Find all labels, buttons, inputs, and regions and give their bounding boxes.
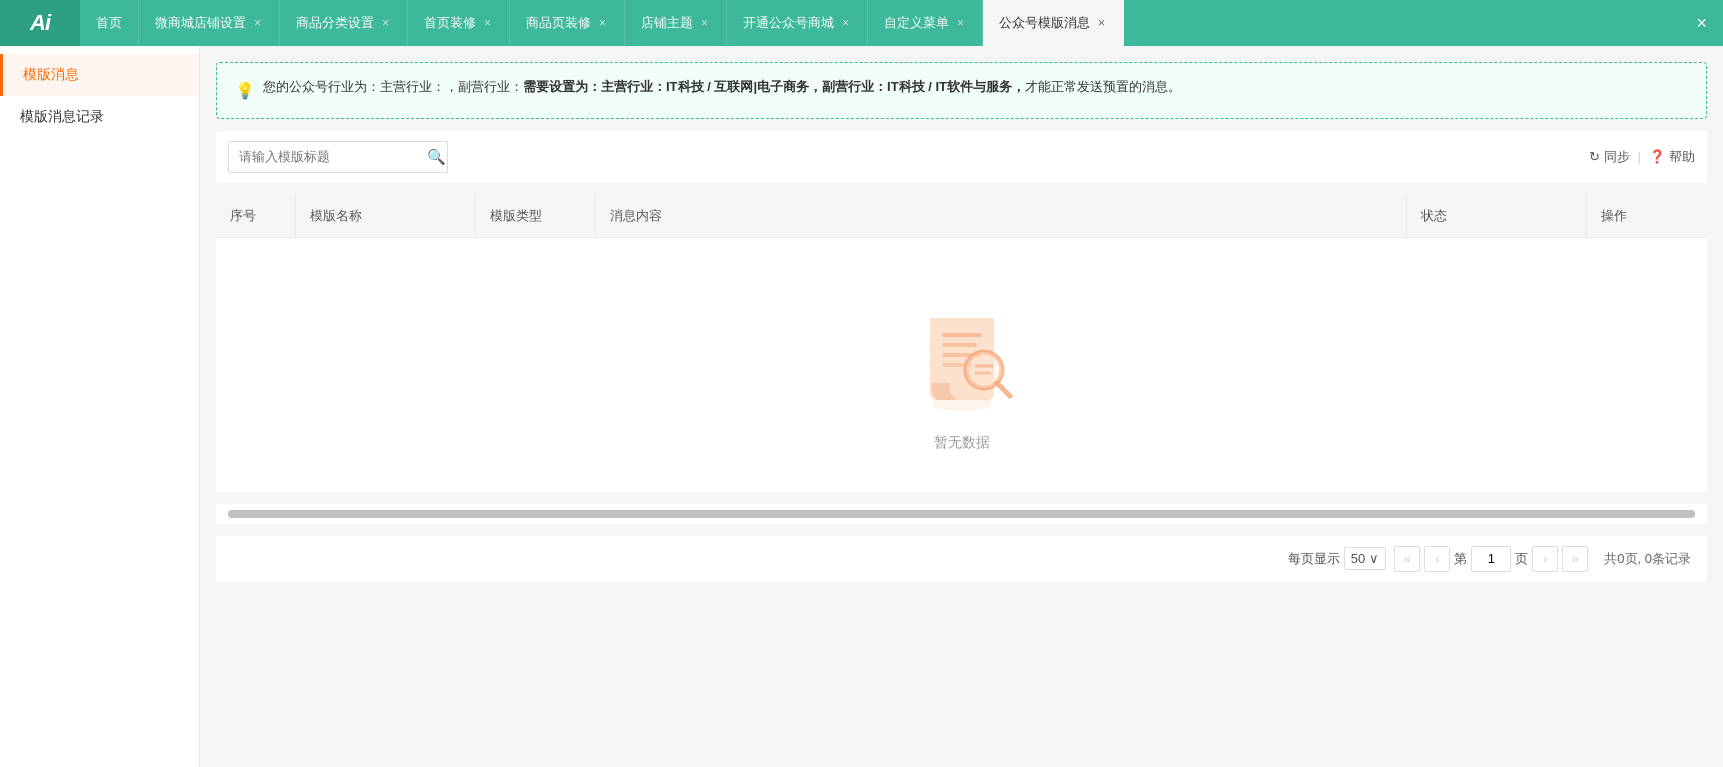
help-icon: ❓ [1649, 149, 1665, 164]
table-header-模版类型: 模版类型 [476, 195, 596, 237]
page-size-selector: 每页显示 50 ∨ [1288, 547, 1386, 570]
page-number-input[interactable] [1471, 546, 1511, 572]
nav-tabs: 首页微商城店铺设置×商品分类设置×首页装修×商品页装修×店铺主题×开通公众号商城… [80, 0, 1680, 46]
svg-rect-2 [942, 343, 977, 347]
table-header-状态: 状态 [1407, 195, 1587, 237]
nav-tab-label: 开通公众号商城 [743, 14, 834, 32]
nav-tab-label: 首页装修 [424, 14, 476, 32]
nav-tab-商品页装修[interactable]: 商品页装修 × [510, 0, 625, 46]
nav-tab-close-icon[interactable]: × [955, 16, 966, 30]
nav-tab-自定义菜单[interactable]: 自定义菜单 × [868, 0, 983, 46]
sync-label: 同步 [1604, 148, 1630, 166]
table-header-序号: 序号 [216, 195, 296, 237]
sidebar: 模版消息模版消息记录 [0, 46, 200, 767]
table-header-操作: 操作 [1587, 195, 1707, 237]
sync-button[interactable]: ↻ 同步 [1589, 148, 1630, 166]
nav-tab-close-icon[interactable]: × [699, 16, 710, 30]
page-size-value: 50 [1351, 551, 1365, 566]
total-info: 共0页, 0条记录 [1604, 550, 1691, 568]
nav-tab-close-icon[interactable]: × [482, 16, 493, 30]
nav-tab-close-icon[interactable]: × [380, 16, 391, 30]
top-nav: Ai 首页微商城店铺设置×商品分类设置×首页装修×商品页装修×店铺主题×开通公众… [0, 0, 1723, 46]
data-table: 序号模版名称模版类型消息内容状态操作 [216, 195, 1707, 492]
search-input[interactable] [229, 143, 417, 170]
search-button[interactable]: 🔍 [417, 142, 448, 172]
nav-tab-close-icon[interactable]: × [597, 16, 608, 30]
svg-rect-1 [942, 333, 982, 337]
table-header-消息内容: 消息内容 [596, 195, 1407, 237]
nav-tab-close-icon[interactable]: × [1096, 16, 1107, 30]
pagination: 每页显示 50 ∨ « ‹ 第 页 › » 共0页, 0条记录 [216, 536, 1707, 582]
page-label: 第 [1454, 550, 1467, 568]
page-size-select-box[interactable]: 50 ∨ [1344, 547, 1386, 570]
page-label-end: 页 [1515, 550, 1528, 568]
divider: | [1638, 149, 1641, 164]
nav-tab-店铺主题[interactable]: 店铺主题 × [625, 0, 727, 46]
search-box: 🔍 [228, 141, 448, 173]
svg-line-7 [997, 383, 1010, 396]
nav-tab-close-icon[interactable]: × [252, 16, 263, 30]
nav-tab-label: 店铺主题 [641, 14, 693, 32]
nav-tab-close-icon[interactable]: × [840, 16, 851, 30]
chevron-down-icon: ∨ [1369, 551, 1379, 566]
bulb-icon: 💡 [235, 78, 255, 104]
nav-tab-公众号模版消息[interactable]: 公众号模版消息 × [983, 0, 1124, 46]
nav-tab-label: 自定义菜单 [884, 14, 949, 32]
notice-text: 您的公众号行业为：主营行业：，副营行业：需要设置为：主营行业：IT科技 / 互联… [263, 77, 1181, 98]
sidebar-item-模版消息[interactable]: 模版消息 [0, 54, 199, 96]
nav-tab-label: 首页 [96, 14, 122, 32]
help-button[interactable]: ❓ 帮助 [1649, 148, 1695, 166]
page-nav: « ‹ 第 页 › » [1394, 546, 1588, 572]
scrollbar-area [216, 504, 1707, 524]
nav-tab-label: 商品分类设置 [296, 14, 374, 32]
nav-tab-label: 微商城店铺设置 [155, 14, 246, 32]
content-area: 💡 您的公众号行业为：主营行业：，副营行业：需要设置为：主营行业：IT科技 / … [200, 46, 1723, 767]
scrollbar-thumb [228, 510, 1695, 518]
app-logo: Ai [0, 0, 80, 46]
nav-tab-微商城店铺设置[interactable]: 微商城店铺设置 × [139, 0, 280, 46]
nav-tab-商品分类设置[interactable]: 商品分类设置 × [280, 0, 408, 46]
empty-icon [902, 298, 1022, 418]
next-page-button[interactable]: › [1532, 546, 1558, 572]
notice-banner: 💡 您的公众号行业为：主营行业：，副营行业：需要设置为：主营行业：IT科技 / … [216, 62, 1707, 119]
sync-icon: ↻ [1589, 149, 1600, 164]
prev-page-button[interactable]: ‹ [1424, 546, 1450, 572]
nav-tab-首页装修[interactable]: 首页装修 × [408, 0, 510, 46]
close-all-button[interactable]: × [1680, 13, 1723, 34]
table-header: 序号模版名称模版类型消息内容状态操作 [216, 195, 1707, 238]
empty-text: 暂无数据 [934, 434, 990, 452]
nav-tab-首页[interactable]: 首页 [80, 0, 139, 46]
table-header-模版名称: 模版名称 [296, 195, 476, 237]
horizontal-scrollbar[interactable] [228, 510, 1695, 518]
toolbar-right: ↻ 同步 | ❓ 帮助 [1589, 148, 1695, 166]
nav-tab-label: 公众号模版消息 [999, 14, 1090, 32]
empty-state: 暂无数据 [216, 238, 1707, 492]
toolbar: 🔍 ↻ 同步 | ❓ 帮助 [216, 131, 1707, 183]
sidebar-item-模版消息记录[interactable]: 模版消息记录 [0, 96, 199, 138]
help-label: 帮助 [1669, 148, 1695, 166]
nav-tab-开通公众号商城[interactable]: 开通公众号商城 × [727, 0, 868, 46]
page-size-label: 每页显示 [1288, 550, 1340, 568]
last-page-button[interactable]: » [1562, 546, 1588, 572]
nav-tab-label: 商品页装修 [526, 14, 591, 32]
main-layout: 模版消息模版消息记录 💡 您的公众号行业为：主营行业：，副营行业：需要设置为：主… [0, 46, 1723, 767]
first-page-button[interactable]: « [1394, 546, 1420, 572]
